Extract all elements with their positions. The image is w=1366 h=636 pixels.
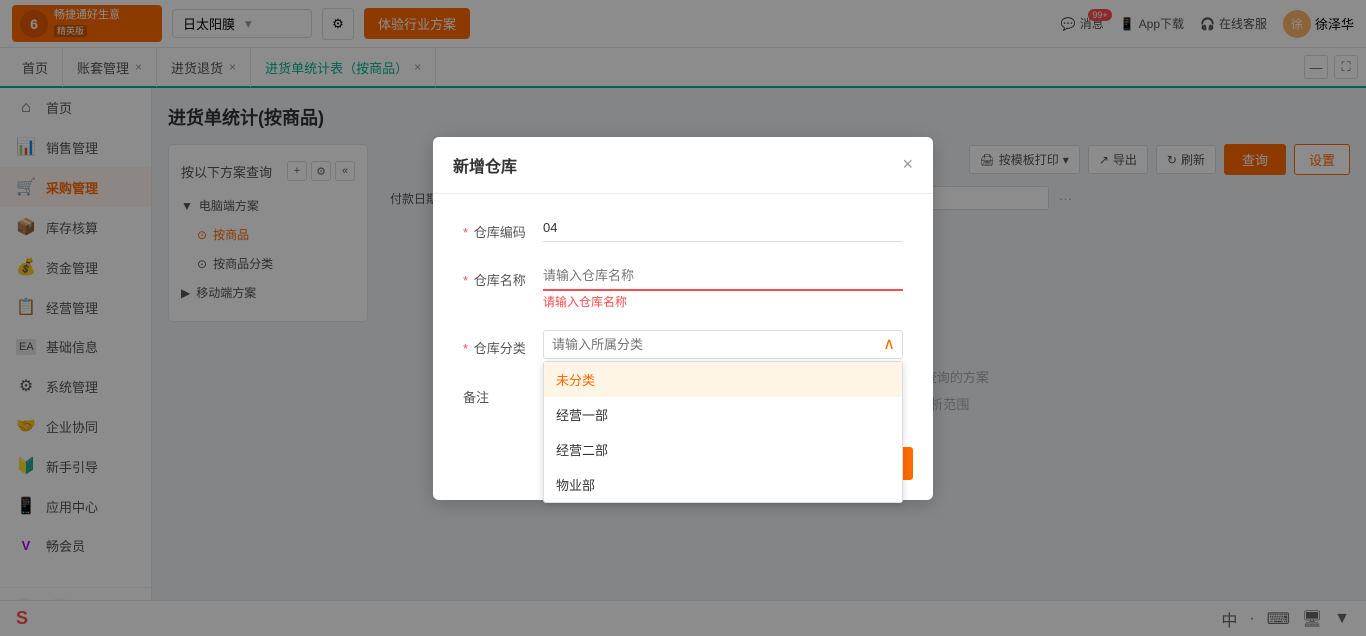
required-star2: * xyxy=(463,273,468,288)
dropdown-item-dept3[interactable]: 物业部 xyxy=(544,467,902,502)
name-label: * 仓库名称 xyxy=(463,262,543,289)
required-star3: * xyxy=(463,341,468,356)
code-input[interactable] xyxy=(543,214,903,242)
dropdown-item-dept2[interactable]: 经营二部 xyxy=(544,432,902,467)
remark-label: 备注 xyxy=(463,379,543,406)
modal-header: 新增仓库 × xyxy=(433,137,933,194)
form-row-category: * 仓库分类 ∧ 未分类 经营一部 经营二部 物业部 xyxy=(463,330,903,359)
form-row-code: * 仓库编码 xyxy=(463,214,903,242)
modal-title: 新增仓库 xyxy=(453,153,517,177)
name-input[interactable] xyxy=(543,262,903,291)
dropdown-item-uncategorized[interactable]: 未分类 xyxy=(544,362,902,397)
modal-body: * 仓库编码 * 仓库名称 请输入仓库名称 xyxy=(433,194,933,437)
category-field: ∧ 未分类 经营一部 经营二部 物业部 xyxy=(543,330,903,359)
new-warehouse-modal: 新增仓库 × * 仓库编码 * 仓库名称 xyxy=(433,137,933,500)
name-field: 请输入仓库名称 xyxy=(543,262,903,310)
modal-overlay: 新增仓库 × * 仓库编码 * 仓库名称 xyxy=(0,0,1366,636)
category-chevron-icon[interactable]: ∧ xyxy=(883,334,895,354)
code-label: * 仓库编码 xyxy=(463,214,543,241)
category-label: * 仓库分类 xyxy=(463,330,543,357)
modal-close-button[interactable]: × xyxy=(902,154,913,175)
code-field xyxy=(543,214,903,242)
name-error-msg: 请输入仓库名称 xyxy=(543,293,903,310)
form-row-name: * 仓库名称 请输入仓库名称 xyxy=(463,262,903,310)
category-dropdown: 未分类 经营一部 经营二部 物业部 xyxy=(543,361,903,503)
category-input[interactable] xyxy=(543,330,903,359)
required-star: * xyxy=(463,225,468,240)
dropdown-item-dept1[interactable]: 经营一部 xyxy=(544,397,902,432)
